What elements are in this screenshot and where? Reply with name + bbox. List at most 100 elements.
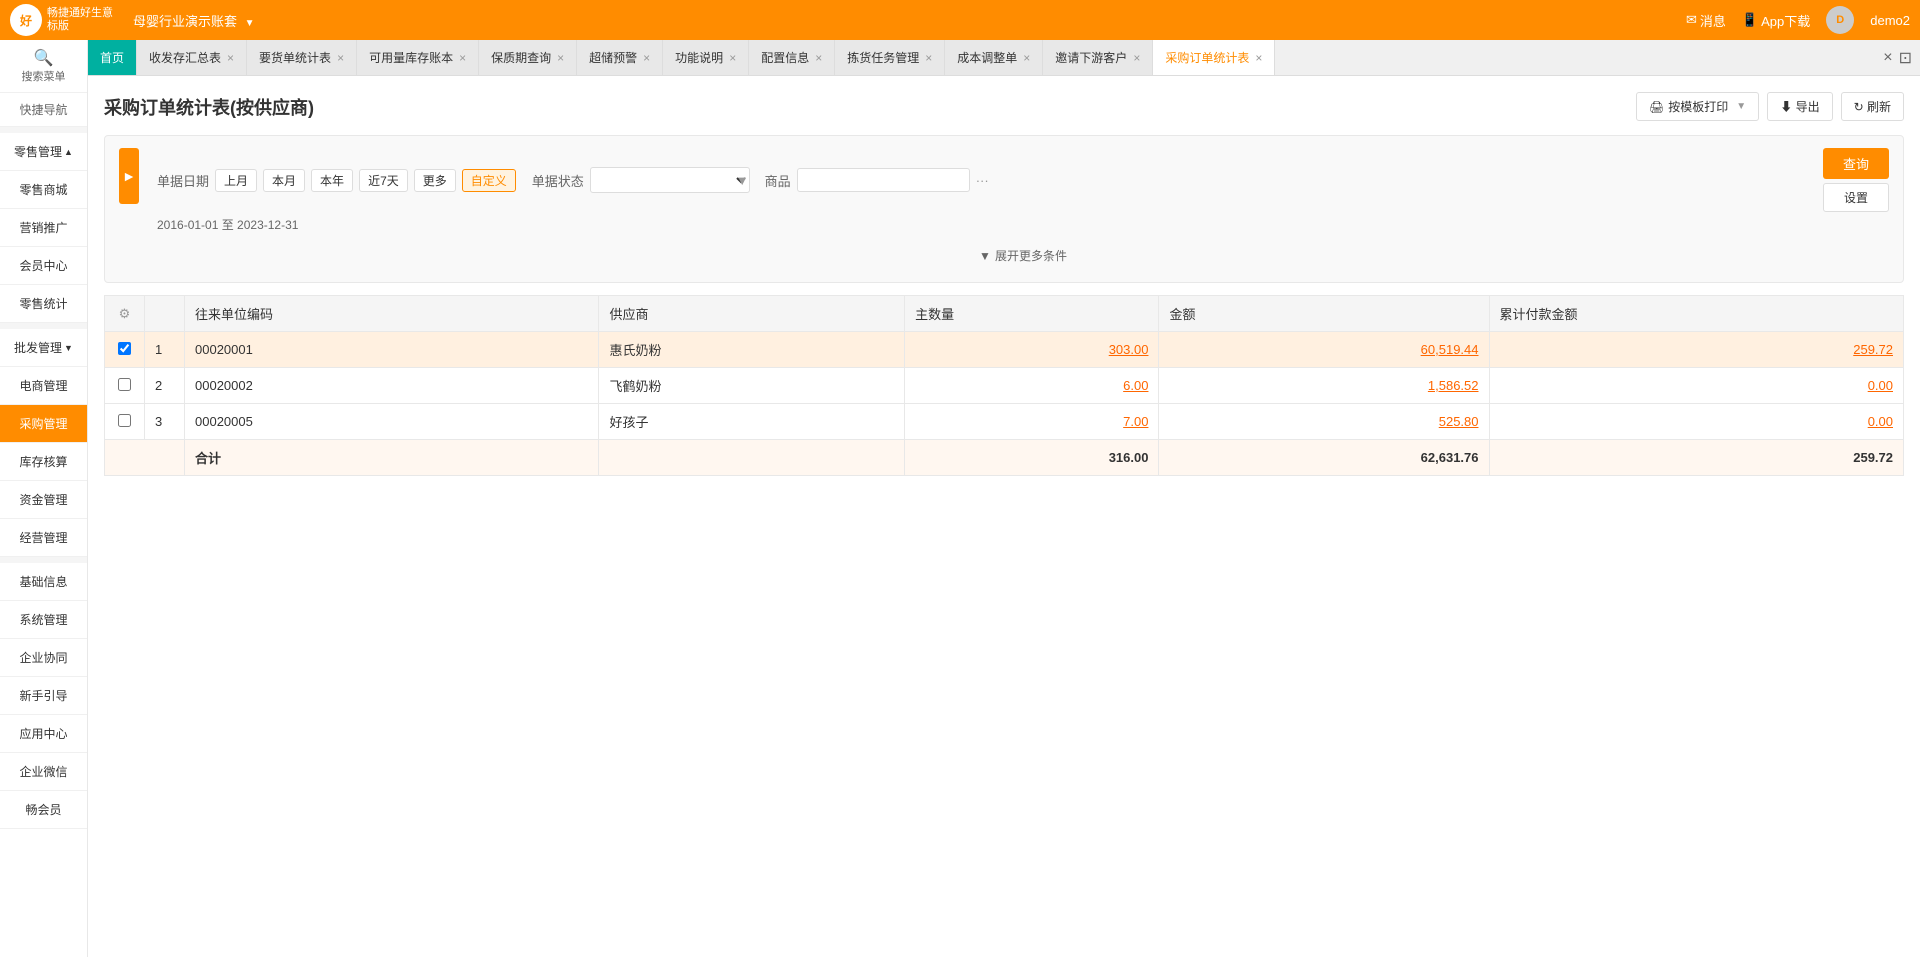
row3-checkbox[interactable]: [105, 404, 145, 440]
tab-config[interactable]: 配置信息 ×: [749, 40, 835, 76]
tab-close-invite-down[interactable]: ×: [1133, 51, 1140, 65]
sidebar-item-marketing[interactable]: 营销推广: [0, 209, 87, 247]
workspace-selector[interactable]: 母婴行业演示账套 ▼: [133, 11, 255, 30]
sidebar-item-member-center[interactable]: 会员中心: [0, 247, 87, 285]
sidebar-shortcut-nav[interactable]: 快捷导航: [0, 93, 87, 127]
row3-paid-amount[interactable]: 0.00: [1489, 404, 1904, 440]
sidebar-item-app-center[interactable]: 应用中心: [0, 715, 87, 753]
tab-close-config[interactable]: ×: [815, 51, 822, 65]
tab-close-order-stats[interactable]: ×: [337, 51, 344, 65]
data-table: ⚙ 往来单位编码 供应商 主数量 金额: [104, 295, 1904, 476]
sidebar-item-basic-info[interactable]: 基础信息: [0, 563, 87, 601]
sidebar-item-vip-member[interactable]: 畅会员: [0, 791, 87, 829]
goods-input[interactable]: [797, 168, 970, 192]
tab-close-func-desc[interactable]: ×: [729, 51, 736, 65]
tab-func-desc[interactable]: 功能说明 ×: [663, 40, 749, 76]
sidebar-item-inventory-check[interactable]: 库存核算: [0, 443, 87, 481]
settings-button[interactable]: 设置: [1823, 183, 1889, 212]
logo-area: 好 畅捷通好生意 标版: [10, 4, 113, 36]
tab-overstock[interactable]: 超储预警 ×: [577, 40, 663, 76]
row1-amount[interactable]: 60,519.44: [1159, 332, 1489, 368]
tab-close-usable-stock[interactable]: ×: [459, 51, 466, 65]
sidebar-item-new-guide[interactable]: 新手引导: [0, 677, 87, 715]
print-button[interactable]: 🖨 按模板打印 ▼: [1636, 92, 1759, 121]
date-label: 单据日期: [157, 171, 209, 190]
tab-close-cost-adjust[interactable]: ×: [1023, 51, 1030, 65]
row3-amount[interactable]: 525.80: [1159, 404, 1489, 440]
tab-expiry-query[interactable]: 保质期查询 ×: [479, 40, 577, 76]
tab-close-expiry-query[interactable]: ×: [557, 51, 564, 65]
tab-invite-down[interactable]: 邀请下游客户 ×: [1043, 40, 1153, 76]
total-paid-amount: 259.72: [1489, 440, 1904, 476]
export-icon: ⬇: [1780, 100, 1792, 114]
expand-more-btn[interactable]: ▼ 展开更多条件: [157, 241, 1889, 270]
status-select[interactable]: [590, 167, 750, 193]
row2-supplier-code: 00020002: [185, 368, 599, 404]
table-row[interactable]: 2 00020002 飞鹤奶粉 6.00 1,586.52 0.00: [105, 368, 1904, 404]
user-avatar[interactable]: D: [1826, 6, 1854, 34]
search-icon: 🔍: [6, 48, 81, 68]
sidebar-item-enterprise-wechat[interactable]: 企业微信: [0, 753, 87, 791]
date-range-display: 2016-01-01 至 2023-12-31: [157, 216, 1889, 233]
table-settings-icon[interactable]: ⚙: [119, 306, 131, 321]
page-actions: 🖨 按模板打印 ▼ ⬇ 导出 ↻ 刷新: [1636, 92, 1904, 121]
tab-order-stats[interactable]: 要货单统计表 ×: [247, 40, 357, 76]
date-btn-this-year[interactable]: 本年: [311, 169, 353, 192]
chevron-down-icon-filter: ▼: [979, 249, 991, 263]
refresh-button[interactable]: ↻ 刷新: [1841, 92, 1904, 121]
row2-checkbox[interactable]: [105, 368, 145, 404]
row3-main-qty[interactable]: 7.00: [905, 404, 1159, 440]
page-title: 采购订单统计表(按供应商): [104, 94, 314, 120]
tab-bar-end: × ⊡: [1875, 48, 1920, 68]
sidebar-item-sys-mgmt[interactable]: 系统管理: [0, 601, 87, 639]
date-btn-7days[interactable]: 近7天: [359, 169, 408, 192]
row3-supplier-code: 00020005: [185, 404, 599, 440]
sidebar-item-ecommerce-mgmt[interactable]: 电商管理: [0, 367, 87, 405]
sidebar-item-retail-stats[interactable]: 零售统计: [0, 285, 87, 323]
search-button[interactable]: 查询: [1823, 148, 1889, 179]
sidebar-item-wholesale-mgmt[interactable]: 批发管理 ▼: [0, 329, 87, 367]
tab-purchase-stats[interactable]: 采购订单统计表 ×: [1153, 40, 1275, 76]
sidebar-item-ops-mgmt[interactable]: 经营管理: [0, 519, 87, 557]
col-settings: ⚙: [105, 296, 145, 332]
sidebar-item-enterprise-collab[interactable]: 企业协同: [0, 639, 87, 677]
row1-checkbox[interactable]: [105, 332, 145, 368]
row2-amount[interactable]: 1,586.52: [1159, 368, 1489, 404]
tab-resize-icon[interactable]: ⊡: [1899, 48, 1912, 68]
message-btn[interactable]: ✉ 消息: [1686, 11, 1726, 30]
tab-close-all-icon[interactable]: ×: [1883, 49, 1892, 67]
table-row[interactable]: 1 00020001 惠氏奶粉 303.00 60,519.44 259.72: [105, 332, 1904, 368]
tab-close-purchase-stats[interactable]: ×: [1255, 51, 1262, 65]
app-download-btn[interactable]: 📱 App下载: [1742, 11, 1810, 30]
sidebar-item-retail-mgmt[interactable]: 零售管理 ▲: [0, 133, 87, 171]
date-btn-last-month[interactable]: 上月: [215, 169, 257, 192]
tab-receive-send[interactable]: 收发存汇总表 ×: [137, 40, 247, 76]
user-name[interactable]: demo2: [1870, 13, 1910, 28]
tab-close-pick-task[interactable]: ×: [925, 51, 932, 65]
tab-home[interactable]: 首页: [88, 40, 137, 76]
col-supplier-code: 往来单位编码: [185, 296, 599, 332]
goods-more-icon[interactable]: ···: [976, 173, 989, 188]
row1-main-qty[interactable]: 303.00: [905, 332, 1159, 368]
content-area: 首页 收发存汇总表 × 要货单统计表 × 可用量库存账本 × 保质期查询 × 超…: [88, 40, 1920, 957]
row2-main-qty[interactable]: 6.00: [905, 368, 1159, 404]
sidebar-search-btn[interactable]: 🔍 搜索菜单: [0, 40, 87, 93]
sidebar-item-purchase-mgmt[interactable]: 采购管理: [0, 405, 87, 443]
row2-paid-amount[interactable]: 0.00: [1489, 368, 1904, 404]
date-btn-this-month[interactable]: 本月: [263, 169, 305, 192]
sidebar-item-finance-mgmt[interactable]: 资金管理: [0, 481, 87, 519]
tab-usable-stock[interactable]: 可用量库存账本 ×: [357, 40, 479, 76]
row1-paid-amount[interactable]: 259.72: [1489, 332, 1904, 368]
date-btn-custom[interactable]: 自定义: [462, 169, 516, 192]
filter-toggle-btn[interactable]: ►: [119, 148, 139, 204]
export-button[interactable]: ⬇ 导出: [1767, 92, 1832, 121]
tab-cost-adjust[interactable]: 成本调整单 ×: [945, 40, 1043, 76]
filter-date-group: 单据日期 上月 本月 本年 近7天 更多 自定义: [157, 169, 516, 192]
date-btn-more[interactable]: 更多: [414, 169, 456, 192]
tab-pick-task[interactable]: 拣货任务管理 ×: [835, 40, 945, 76]
tab-close-overstock[interactable]: ×: [643, 51, 650, 65]
sidebar-item-retail-shop[interactable]: 零售商城: [0, 171, 87, 209]
filter-status-group: 单据状态 ▼: [532, 167, 749, 193]
tab-close-receive-send[interactable]: ×: [227, 51, 234, 65]
table-row[interactable]: 3 00020005 好孩子 7.00 525.80 0.00: [105, 404, 1904, 440]
